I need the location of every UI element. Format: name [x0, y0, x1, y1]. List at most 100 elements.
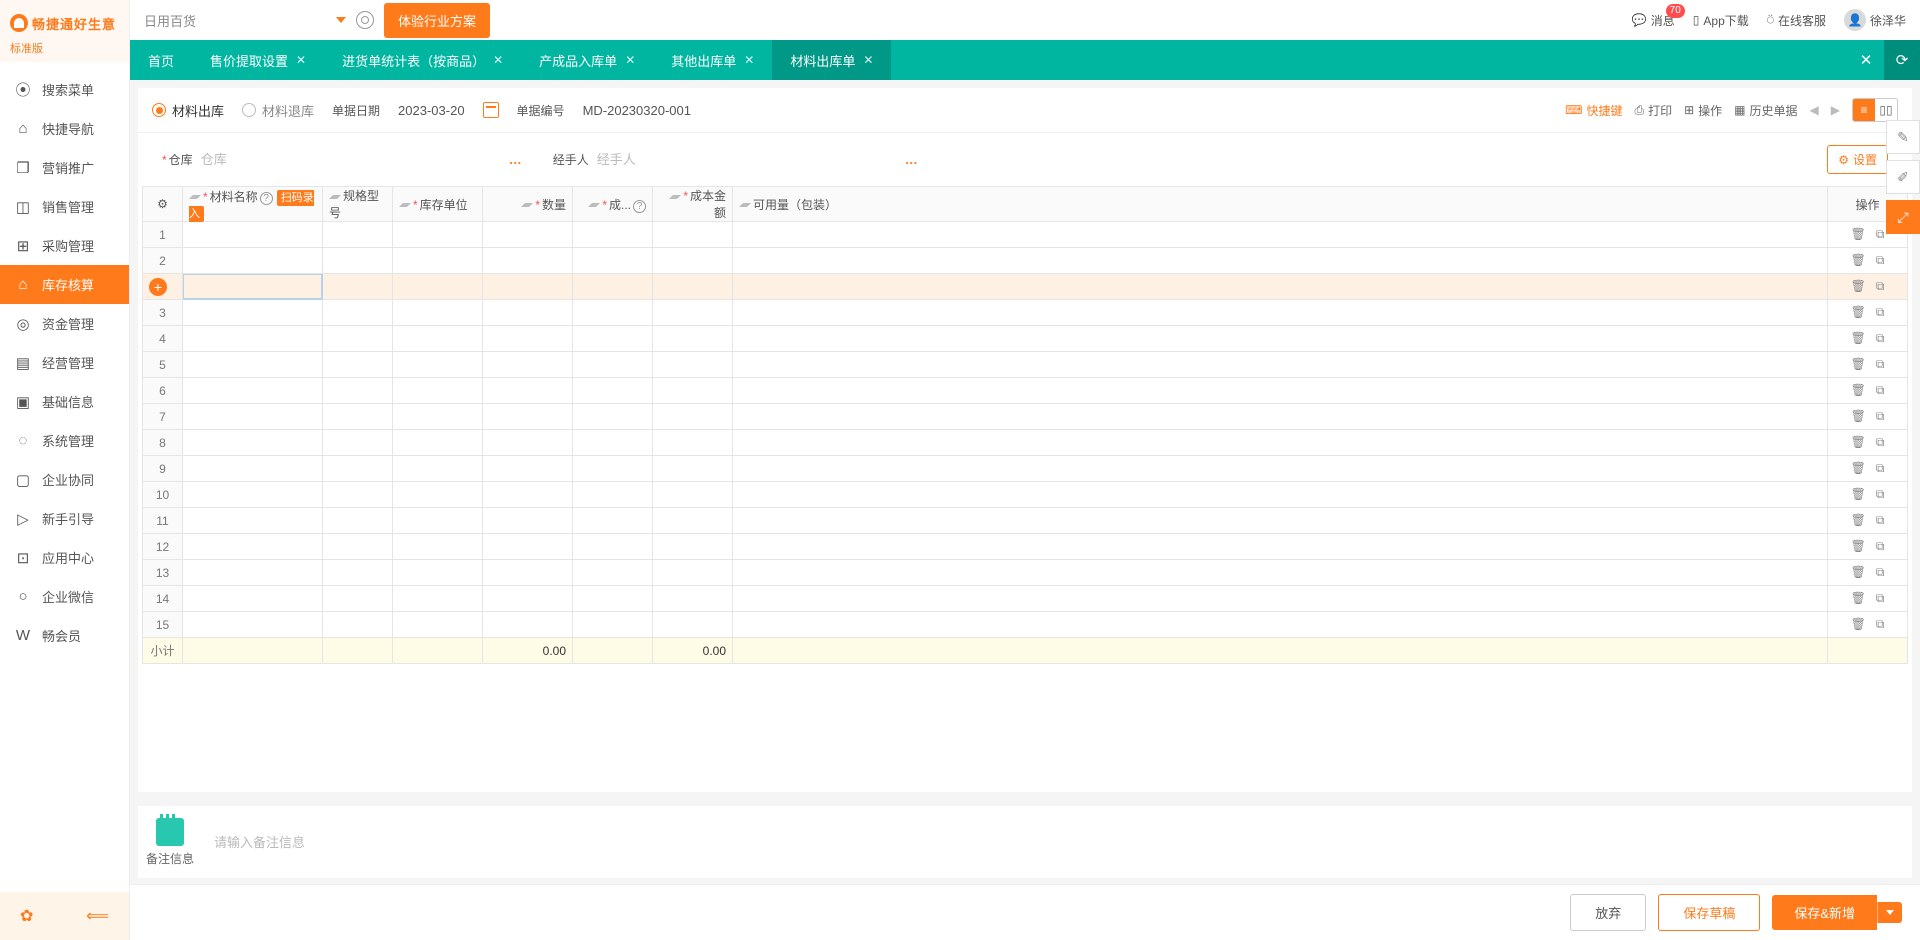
th-gear[interactable]: ⚙ — [143, 187, 183, 222]
cell-available[interactable] — [733, 404, 1828, 430]
cell-material[interactable] — [183, 482, 323, 508]
cell-material[interactable] — [183, 248, 323, 274]
cell-cost[interactable] — [573, 482, 653, 508]
delete-icon[interactable]: 🗑 — [1851, 409, 1866, 424]
operate-button[interactable]: ⊞操作 — [1684, 102, 1722, 119]
cell-qty[interactable] — [483, 222, 573, 248]
table-row[interactable]: 8🗑⧉ — [143, 430, 1908, 456]
cell-qty[interactable] — [483, 482, 573, 508]
cell-cost[interactable] — [573, 326, 653, 352]
delete-icon[interactable]: 🗑 — [1851, 435, 1866, 450]
handler-field[interactable]: 经手人 … — [553, 151, 919, 168]
history-button[interactable]: ▦历史单据 — [1734, 102, 1797, 119]
sidebar-item[interactable]: ▣基础信息 — [0, 382, 129, 421]
cell-available[interactable] — [733, 430, 1828, 456]
th-qty[interactable]: *数量 — [483, 187, 573, 222]
sidebar-item[interactable]: ⌂快捷导航 — [0, 109, 129, 148]
cell-unit[interactable] — [393, 222, 483, 248]
cell-unit[interactable] — [393, 612, 483, 638]
experience-button[interactable]: 体验行业方案 — [384, 3, 490, 38]
cell-cost[interactable] — [573, 534, 653, 560]
cell-spec[interactable] — [323, 352, 393, 378]
cell-qty[interactable] — [483, 352, 573, 378]
sidebar-item[interactable]: ◫销售管理 — [0, 187, 129, 226]
cell-cost[interactable] — [573, 378, 653, 404]
delete-icon[interactable]: 🗑 — [1851, 383, 1866, 398]
cell-qty[interactable] — [483, 274, 573, 300]
collapse-icon[interactable]: ⟸ — [86, 906, 109, 926]
cell-spec[interactable] — [323, 274, 393, 300]
cell-cost[interactable] — [573, 352, 653, 378]
delete-icon[interactable]: 🗑 — [1851, 539, 1866, 554]
cell-spec[interactable] — [323, 508, 393, 534]
copy-icon[interactable]: ⧉ — [1876, 279, 1885, 294]
cell-unit[interactable] — [393, 586, 483, 612]
table-row[interactable]: 5🗑⧉ — [143, 352, 1908, 378]
close-icon[interactable]: ✕ — [863, 53, 873, 67]
cell-unit[interactable] — [393, 456, 483, 482]
handler-input[interactable] — [597, 152, 897, 167]
save-dropdown[interactable] — [1877, 902, 1902, 923]
delete-icon[interactable]: 🗑 — [1851, 279, 1866, 294]
radio-material-out[interactable]: 材料出库 — [152, 101, 224, 120]
plus-icon[interactable]: + — [149, 278, 167, 296]
cell-unit[interactable] — [393, 274, 483, 300]
cell-cost-amount[interactable] — [653, 586, 733, 612]
save-new-button[interactable]: 保存&新增 — [1772, 895, 1877, 930]
cell-available[interactable] — [733, 482, 1828, 508]
close-icon[interactable]: ✕ — [744, 53, 754, 67]
cell-qty[interactable] — [483, 404, 573, 430]
more-icon[interactable]: … — [905, 152, 919, 167]
table-row[interactable]: 2🗑⧉ — [143, 248, 1908, 274]
cell-available[interactable] — [733, 534, 1828, 560]
th-unit[interactable]: *库存单位 — [393, 187, 483, 222]
cell-cost-amount[interactable] — [653, 482, 733, 508]
cell-qty[interactable] — [483, 326, 573, 352]
doc-date-value[interactable]: 2023-03-20 — [398, 103, 465, 118]
cell-cost-amount[interactable] — [653, 560, 733, 586]
cell-cost[interactable] — [573, 248, 653, 274]
tab[interactable]: 产成品入库单✕ — [521, 40, 653, 80]
table-row[interactable]: 1🗑⧉ — [143, 222, 1908, 248]
cell-qty[interactable] — [483, 586, 573, 612]
th-cost-amount[interactable]: *成本金额 — [653, 187, 733, 222]
delete-icon[interactable]: 🗑 — [1851, 253, 1866, 268]
channel-selector[interactable]: 日用百货 — [144, 11, 346, 30]
cell-qty[interactable] — [483, 612, 573, 638]
cell-available[interactable] — [733, 586, 1828, 612]
cell-cost[interactable] — [573, 274, 653, 300]
tab[interactable]: 其他出库单✕ — [653, 40, 772, 80]
cell-cost-amount[interactable] — [653, 612, 733, 638]
sidebar-item[interactable]: ▷新手引导 — [0, 499, 129, 538]
copy-icon[interactable]: ⧉ — [1876, 513, 1885, 528]
cell-available[interactable] — [733, 612, 1828, 638]
cell-material[interactable] — [183, 274, 323, 300]
cell-unit[interactable] — [393, 404, 483, 430]
delete-icon[interactable]: 🗑 — [1851, 461, 1866, 476]
cell-spec[interactable] — [323, 404, 393, 430]
cell-material[interactable] — [183, 560, 323, 586]
copy-icon[interactable]: ⧉ — [1876, 487, 1885, 502]
sidebar-item[interactable]: ◌系统管理 — [0, 421, 129, 460]
cell-unit[interactable] — [393, 508, 483, 534]
cell-material[interactable] — [183, 534, 323, 560]
cell-spec[interactable] — [323, 456, 393, 482]
cell-qty[interactable] — [483, 534, 573, 560]
cell-available[interactable] — [733, 326, 1828, 352]
delete-icon[interactable]: 🗑 — [1851, 305, 1866, 320]
help-icon[interactable]: ? — [260, 192, 273, 205]
cell-unit[interactable] — [393, 352, 483, 378]
th-spec[interactable]: 规格型号 — [323, 187, 393, 222]
gear-icon[interactable] — [356, 11, 374, 29]
cell-available[interactable] — [733, 508, 1828, 534]
cell-material[interactable] — [183, 352, 323, 378]
tab-reload[interactable]: ⟳ — [1884, 40, 1920, 80]
rail-link-icon[interactable]: ✎ — [1886, 120, 1920, 154]
sidebar-item[interactable]: ⌂库存核算 — [0, 265, 129, 304]
cell-cost-amount[interactable] — [653, 326, 733, 352]
cell-cost[interactable] — [573, 612, 653, 638]
table-row[interactable]: 7🗑⧉ — [143, 404, 1908, 430]
sidebar-item[interactable]: ⊡应用中心 — [0, 538, 129, 577]
user-menu[interactable]: 👤 徐泽华 — [1844, 9, 1906, 31]
cell-available[interactable] — [733, 456, 1828, 482]
